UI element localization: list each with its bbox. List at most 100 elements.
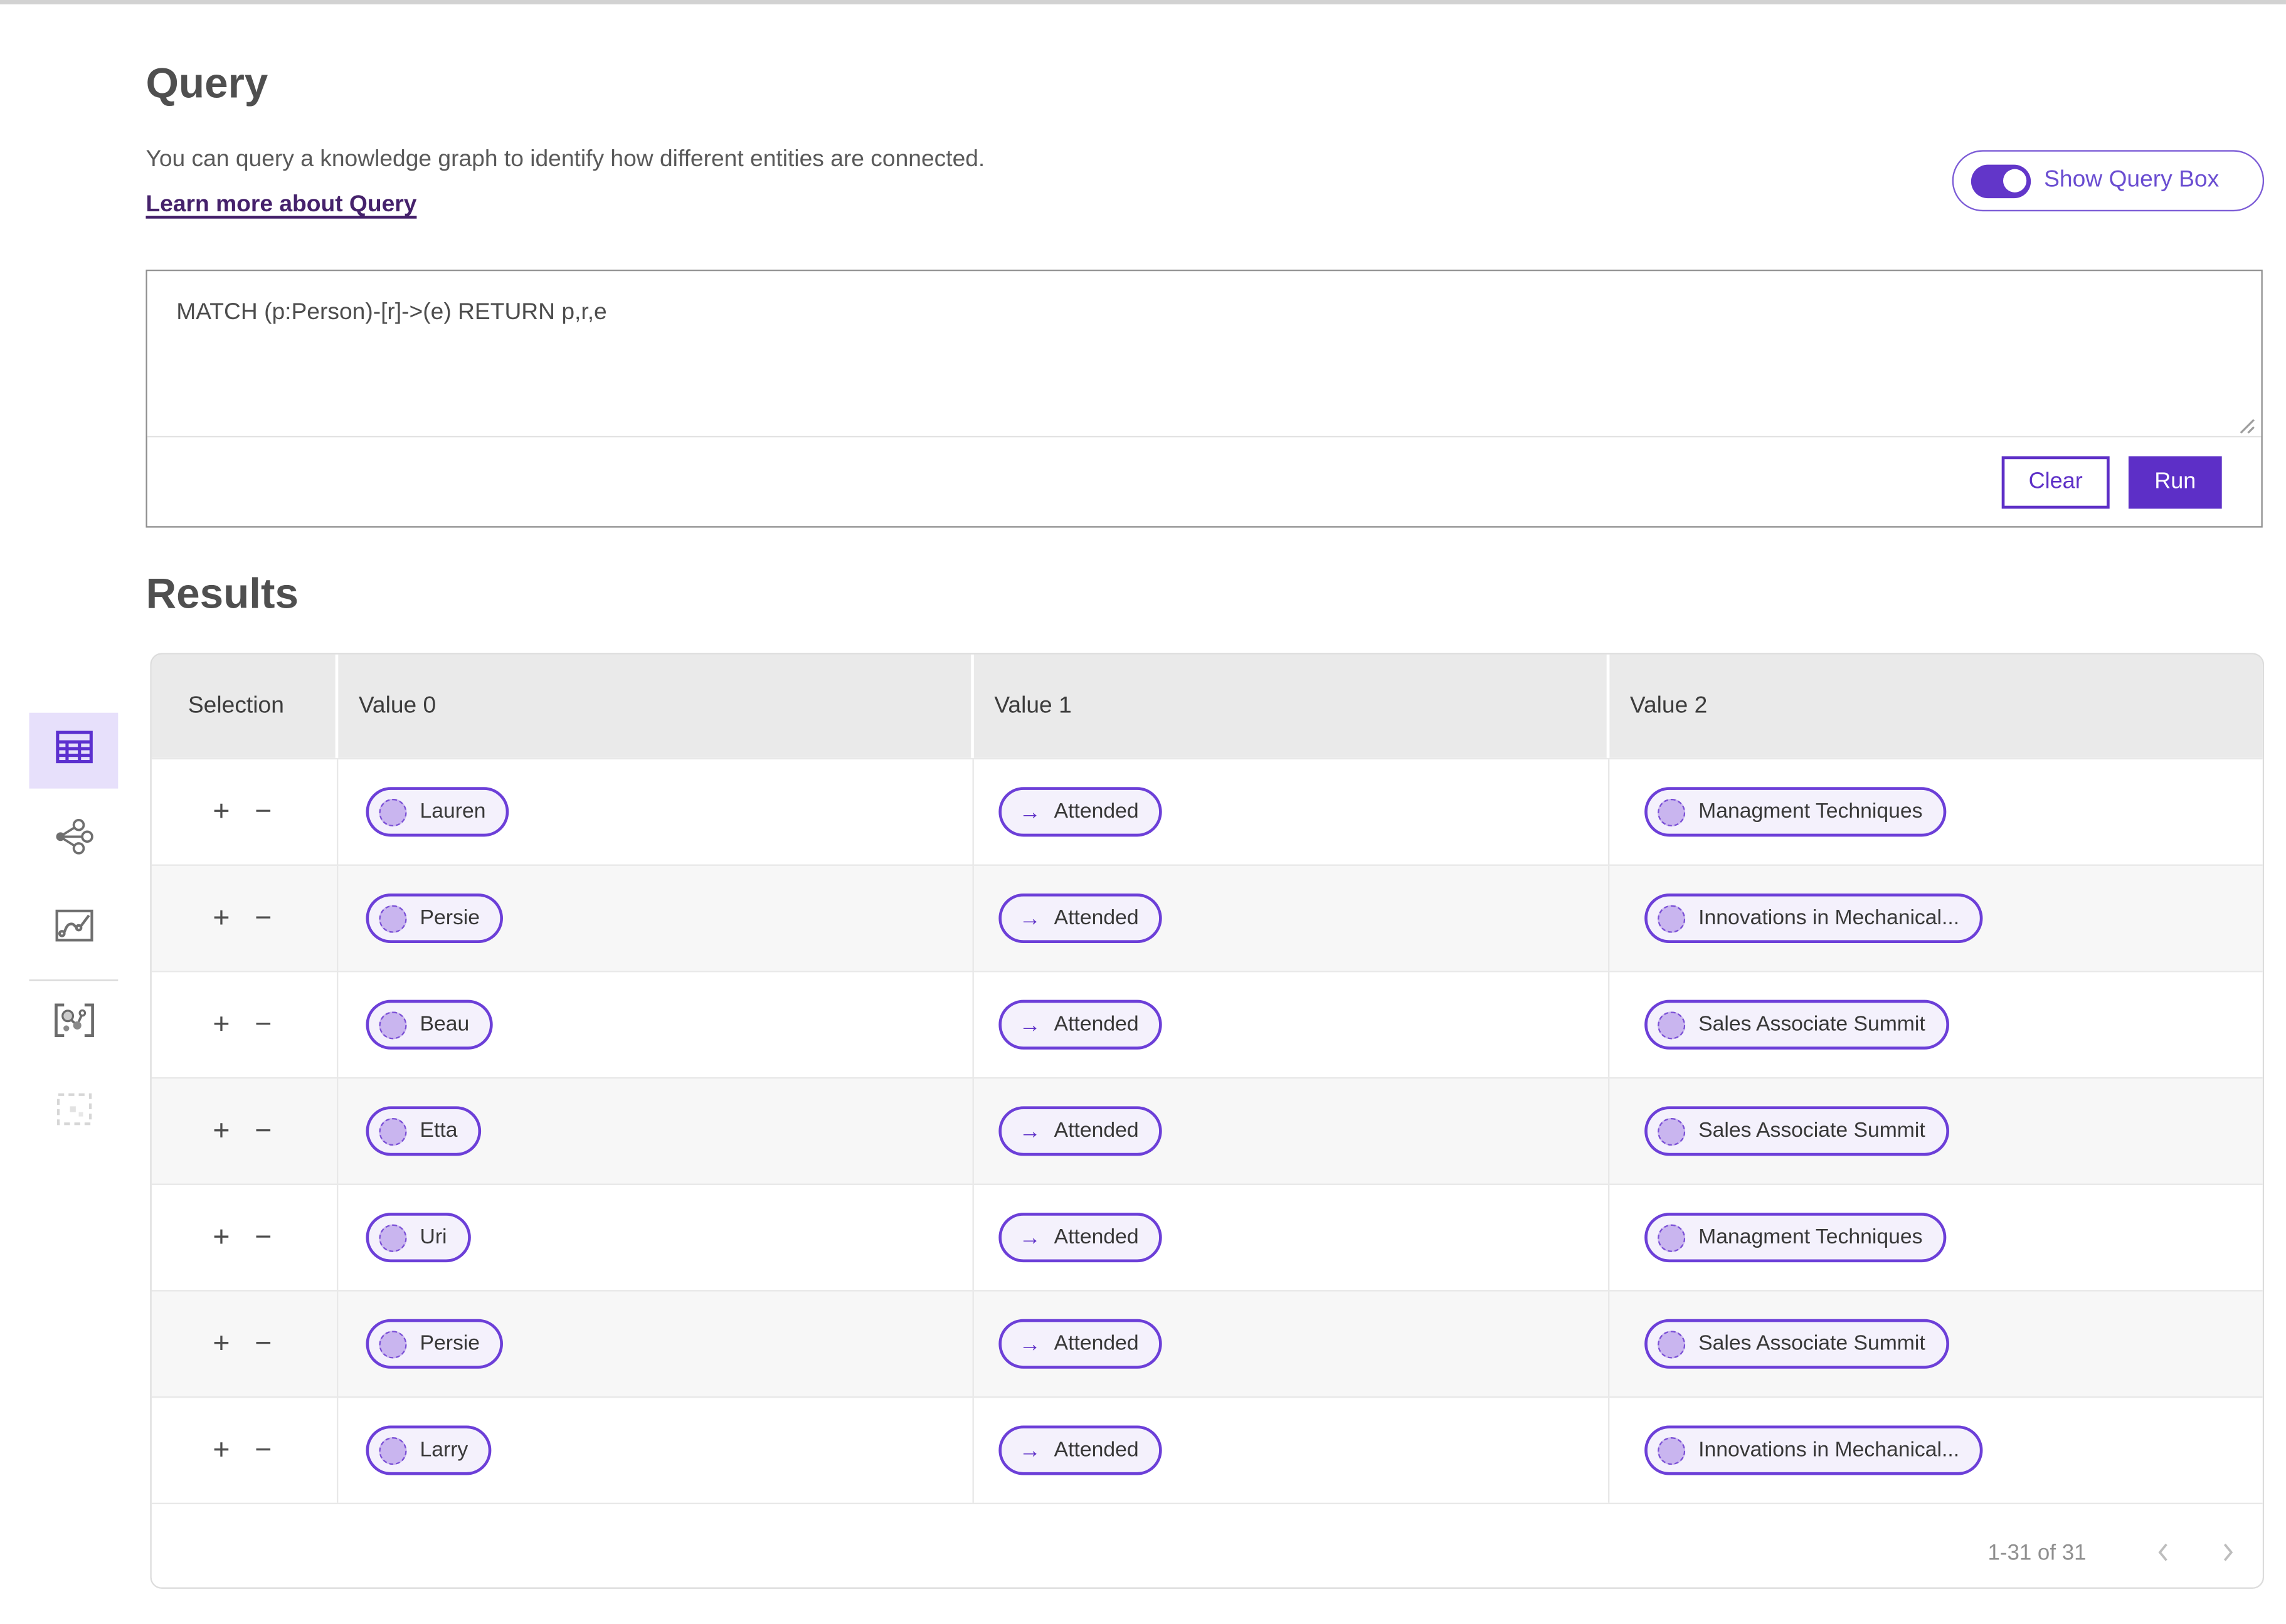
query-section-title: Query: [146, 61, 268, 110]
selection-cell: + −: [152, 1185, 339, 1290]
entity-chip[interactable]: Sales Associate Summit: [1644, 1106, 1949, 1156]
entity-chip[interactable]: Uri: [366, 1213, 470, 1262]
empty-view-icon: [56, 1092, 91, 1132]
entity-chip[interactable]: Innovations in Mechanical...: [1644, 1425, 1982, 1475]
entity-chip[interactable]: Innovations in Mechanical...: [1644, 894, 1982, 943]
relation-chip[interactable]: → Attended: [998, 1106, 1162, 1156]
node-icon: [1658, 798, 1685, 826]
entity-chip-label: Managment Techniques: [1698, 1226, 1922, 1249]
remove-from-graph-button[interactable]: −: [255, 1223, 272, 1252]
value2-cell: Sales Associate Summit: [1609, 1078, 2262, 1183]
node-icon: [1658, 1224, 1685, 1252]
entity-chip-label: Uri: [420, 1226, 447, 1249]
node-icon: [379, 1224, 406, 1252]
add-to-graph-button[interactable]: +: [213, 1010, 230, 1039]
entity-chip[interactable]: Managment Techniques: [1644, 787, 1946, 836]
entity-chip[interactable]: Beau: [366, 1000, 492, 1050]
relation-chip-label: Attended: [1054, 1438, 1139, 1462]
value1-cell: → Attended: [974, 1078, 1610, 1183]
table-row: + − Uri → Attended Managment Techniques: [152, 1184, 2263, 1290]
toggle-switch-icon[interactable]: [1971, 164, 2031, 198]
value1-cell: → Attended: [974, 1398, 1610, 1502]
table-row: + − Larry → Attended Innovations in Mech…: [152, 1396, 2263, 1503]
sidebar-item-graph-view[interactable]: [29, 818, 118, 862]
pagination-prev-button[interactable]: [2155, 1541, 2172, 1564]
value2-cell: Managment Techniques: [1609, 759, 2262, 864]
remove-from-graph-button[interactable]: −: [255, 1436, 272, 1465]
entity-chip[interactable]: Sales Associate Summit: [1644, 1000, 1949, 1050]
chevron-left-icon: [2155, 1541, 2172, 1564]
value0-cell: Beau: [338, 973, 974, 1077]
add-to-graph-button[interactable]: +: [213, 904, 230, 932]
relation-chip-label: Attended: [1054, 1013, 1139, 1036]
node-icon: [1658, 904, 1685, 932]
entity-chip[interactable]: Sales Associate Summit: [1644, 1319, 1949, 1369]
remove-from-graph-button[interactable]: −: [255, 904, 272, 932]
sidebar-item-table-view[interactable]: [29, 713, 118, 789]
column-header-value0: Value 0: [338, 655, 974, 758]
value2-cell: Sales Associate Summit: [1609, 1292, 2262, 1396]
remove-from-graph-button[interactable]: −: [255, 1329, 272, 1358]
query-input[interactable]: MATCH (p:Person)-[r]->(e) RETURN p,r,e: [147, 271, 2262, 437]
add-to-graph-button[interactable]: +: [213, 1436, 230, 1465]
entity-chip[interactable]: Etta: [366, 1106, 480, 1156]
top-divider: [0, 0, 2286, 4]
add-to-graph-button[interactable]: +: [213, 1117, 230, 1146]
node-icon: [1658, 1330, 1685, 1358]
value1-cell: → Attended: [974, 1292, 1610, 1396]
sidebar-item-graph-frame-view[interactable]: [29, 1001, 118, 1045]
clear-button[interactable]: Clear: [2002, 455, 2110, 508]
remove-from-graph-button[interactable]: −: [255, 798, 272, 826]
graph-frame-view-icon: [53, 1002, 94, 1044]
entity-chip-label: Lauren: [420, 800, 485, 823]
value0-cell: Larry: [338, 1398, 974, 1502]
node-icon: [1658, 1011, 1685, 1038]
arrow-right-icon: →: [1019, 1332, 1041, 1357]
page: Query You can query a knowledge graph to…: [0, 0, 2286, 1624]
entity-chip-label: Persie: [420, 1332, 480, 1356]
relation-chip[interactable]: → Attended: [998, 894, 1162, 943]
view-switcher-rail: [29, 713, 118, 1165]
value1-cell: → Attended: [974, 1185, 1610, 1290]
value1-cell: → Attended: [974, 973, 1610, 1077]
sidebar-item-chart-view[interactable]: [29, 908, 118, 949]
value0-cell: Persie: [338, 866, 974, 971]
entity-chip[interactable]: Larry: [366, 1425, 491, 1475]
relation-chip[interactable]: → Attended: [998, 1213, 1162, 1262]
remove-from-graph-button[interactable]: −: [255, 1010, 272, 1039]
table-row: + − Persie → Attended Innovations in Mec…: [152, 864, 2263, 971]
entity-chip[interactable]: Managment Techniques: [1644, 1213, 1946, 1262]
entity-chip[interactable]: Lauren: [366, 787, 509, 836]
value0-cell: Lauren: [338, 759, 974, 864]
selection-cell: + −: [152, 1292, 339, 1396]
entity-chip[interactable]: Persie: [366, 1319, 503, 1369]
relation-chip[interactable]: → Attended: [998, 1000, 1162, 1050]
sidebar-divider: [29, 979, 118, 981]
selection-cell: + −: [152, 973, 339, 1077]
table-footer: 1-31 of 31: [152, 1503, 2263, 1589]
pagination-label: 1-31 of 31: [1987, 1540, 2086, 1565]
value1-cell: → Attended: [974, 866, 1610, 971]
query-button-bar: Clear Run: [147, 437, 2262, 526]
node-icon: [379, 1117, 406, 1145]
relation-chip[interactable]: → Attended: [998, 1425, 1162, 1475]
column-header-selection: Selection: [152, 655, 339, 758]
learn-more-link[interactable]: Learn more about Query: [146, 192, 416, 219]
remove-from-graph-button[interactable]: −: [255, 1117, 272, 1146]
entity-chip[interactable]: Persie: [366, 894, 503, 943]
relation-chip[interactable]: → Attended: [998, 1319, 1162, 1369]
pagination-next-button[interactable]: [2219, 1541, 2236, 1564]
relation-chip[interactable]: → Attended: [998, 787, 1162, 836]
results-section-title: Results: [146, 571, 299, 620]
arrow-right-icon: →: [1019, 906, 1041, 931]
selection-cell: + −: [152, 866, 339, 971]
node-icon: [1658, 1437, 1685, 1464]
add-to-graph-button[interactable]: +: [213, 798, 230, 826]
value2-cell: Innovations in Mechanical...: [1609, 1398, 2262, 1502]
entity-chip-label: Innovations in Mechanical...: [1698, 907, 1959, 930]
run-button[interactable]: Run: [2129, 455, 2222, 508]
show-query-box-toggle[interactable]: Show Query Box: [1952, 150, 2264, 211]
add-to-graph-button[interactable]: +: [213, 1223, 230, 1252]
add-to-graph-button[interactable]: +: [213, 1329, 230, 1358]
relation-chip-label: Attended: [1054, 907, 1139, 930]
